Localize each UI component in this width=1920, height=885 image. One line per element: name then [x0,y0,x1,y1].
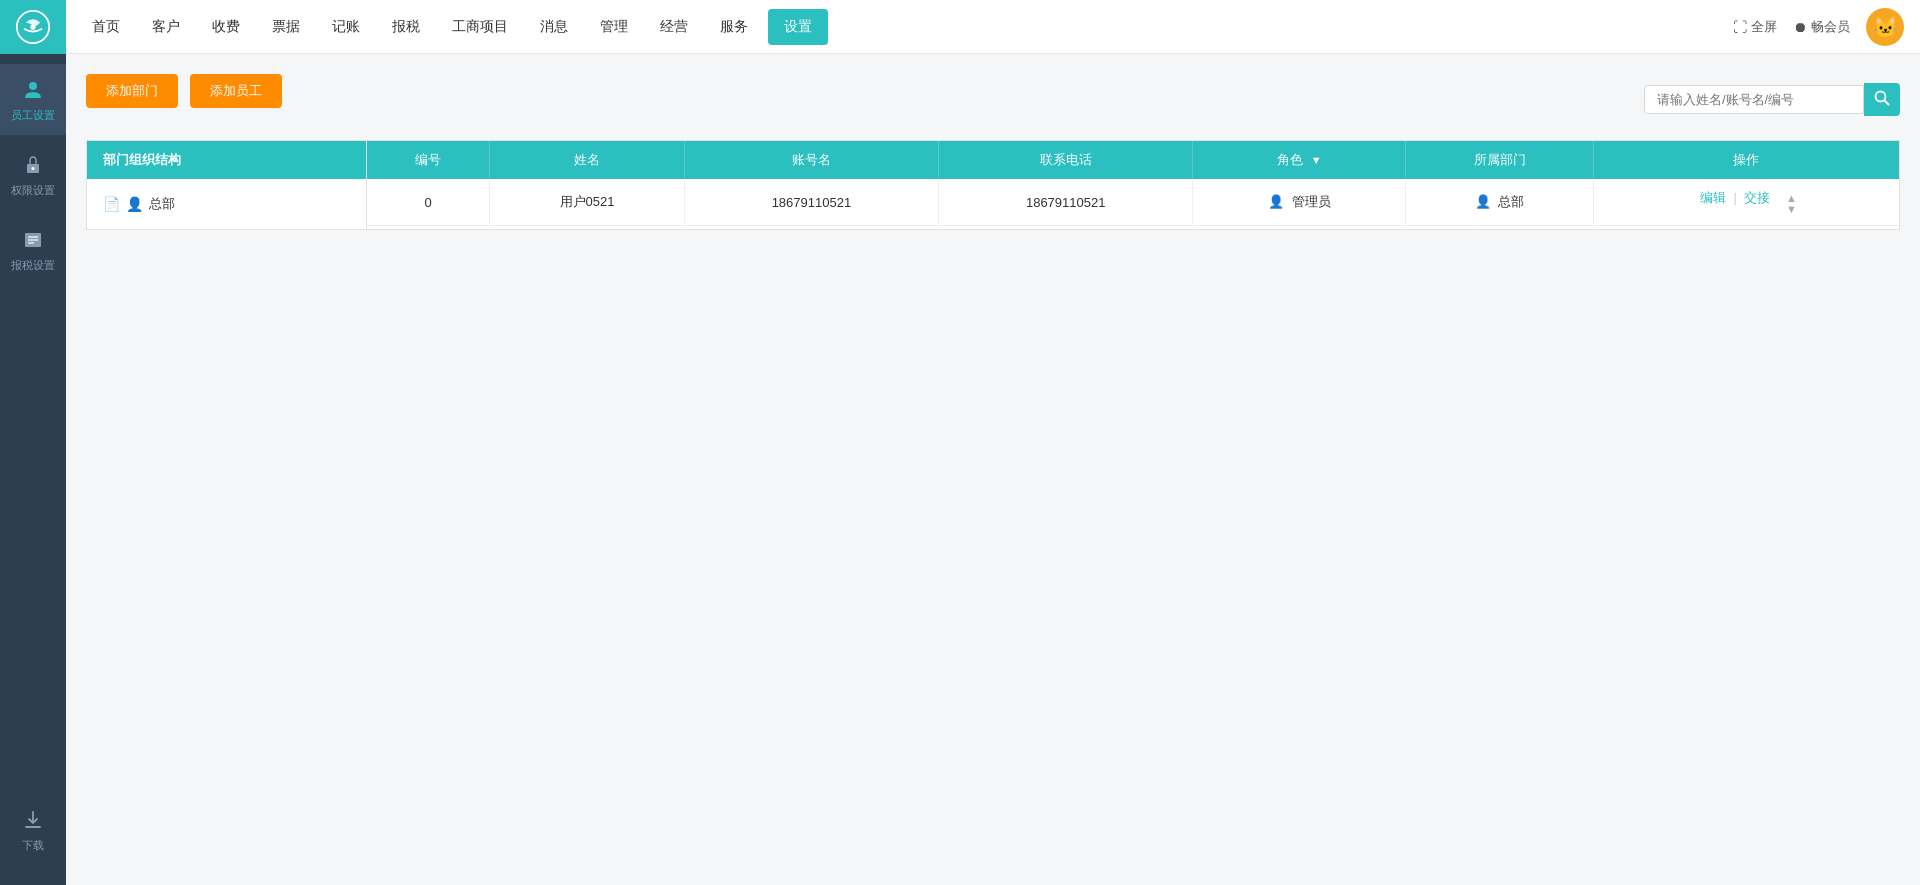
role-user-icon: 👤 [1268,194,1284,209]
nav-settings[interactable]: 设置 [768,9,828,45]
nav-business[interactable]: 工商项目 [436,0,524,54]
col-phone: 联系电话 [939,141,1193,179]
add-employee-button[interactable]: 添加员工 [190,74,282,108]
nav-operation[interactable]: 经营 [644,0,704,54]
employee-table: 编号 姓名 账号名 联系电话 角色 ▼ 所属部门 操作 [367,141,1899,229]
content-area: 添加部门 添加员工 部门组织结构 📄 [66,54,1920,885]
sidebar: 员工设置 权限设置 报税设置 [0,54,66,885]
vip-btn[interactable]: ⏺ 畅会员 [1793,18,1850,36]
tax-settings-icon [19,226,47,254]
sidebar-item-tax-settings[interactable]: 报税设置 [0,214,66,285]
sidebar-tax-label: 报税设置 [11,258,55,273]
svg-point-4 [32,167,35,170]
cell-account: 18679110521 [684,179,938,226]
col-role-label: 角色 [1277,152,1303,167]
download-icon [19,806,47,834]
vip-icon: ⏺ [1793,19,1807,35]
cell-dept: 👤 总部 [1406,179,1593,226]
permission-icon [19,151,47,179]
cell-action: 编辑 | 交接 ▲ ▼ [1593,179,1899,226]
dept-tree-header: 部门组织结构 [87,141,366,179]
dept-tree-body: 📄 👤 总部 [87,179,366,229]
dept-tree: 部门组织结构 📄 👤 总部 [87,141,367,229]
sidebar-permission-label: 权限设置 [11,183,55,198]
col-account: 账号名 [684,141,938,179]
col-role: 角色 ▼ [1193,141,1406,179]
scroll-down-arrow[interactable]: ▼ [1786,204,1797,215]
vip-label: 畅会员 [1811,18,1850,36]
action-buttons: 添加部门 添加员工 [86,74,282,108]
col-action: 操作 [1593,141,1899,179]
fullscreen-label: 全屏 [1751,18,1777,36]
col-name: 姓名 [490,141,684,179]
sidebar-item-permission[interactable]: 权限设置 [0,139,66,210]
svg-point-2 [29,82,37,90]
search-bar [1644,83,1900,116]
employee-icon [19,76,47,104]
svg-point-1 [30,24,35,29]
cell-role: 👤 管理员 [1193,179,1406,226]
search-input[interactable] [1644,85,1864,114]
logo-icon [15,9,51,45]
col-dept: 所属部门 [1406,141,1593,179]
table-row: 0 用户0521 18679110521 18679110521 👤 管理员 👤… [367,179,1899,226]
content-header: 添加部门 添加员工 [86,74,1900,124]
nav-billing[interactable]: 收费 [196,0,256,54]
nav-customer[interactable]: 客户 [136,0,196,54]
nav-accounting[interactable]: 记账 [316,0,376,54]
nav-right: ⛶ 全屏 ⏺ 畅会员 🐱 [1733,8,1920,46]
fullscreen-icon: ⛶ [1733,19,1747,35]
table-header-row: 编号 姓名 账号名 联系电话 角色 ▼ 所属部门 操作 [367,141,1899,179]
sidebar-item-employee[interactable]: 员工设置 [0,64,66,135]
nav-invoice[interactable]: 票据 [256,0,316,54]
nav-service[interactable]: 服务 [704,0,764,54]
dept-label: 总部 [1498,194,1524,209]
main-layout: 员工设置 权限设置 报税设置 [0,54,1920,885]
nav-items: 首页 客户 收费 票据 记账 报税 工商项目 消息 管理 经营 服务 设置 [66,0,1733,53]
dept-tree-label: 总部 [149,195,175,213]
cell-name: 用户0521 [490,179,684,226]
sidebar-employee-label: 员工设置 [11,108,55,123]
scroll-arrows: ▲ ▼ [1786,193,1797,215]
edit-link[interactable]: 编辑 [1700,190,1726,205]
add-dept-button[interactable]: 添加部门 [86,74,178,108]
nav-tax[interactable]: 报税 [376,0,436,54]
search-button[interactable] [1864,83,1900,116]
role-label: 管理员 [1292,194,1331,209]
fullscreen-btn[interactable]: ⛶ 全屏 [1733,18,1777,36]
avatar[interactable]: 🐱 [1866,8,1904,46]
dept-tree-item-root[interactable]: 📄 👤 总部 [87,187,366,221]
cell-id: 0 [367,179,490,226]
top-navigation: 首页 客户 收费 票据 记账 报税 工商项目 消息 管理 经营 服务 设置 ⛶ … [0,0,1920,54]
transfer-link[interactable]: 交接 [1744,190,1770,205]
filter-icon[interactable]: ▼ [1311,154,1322,166]
svg-line-11 [1885,100,1889,104]
user-dept-icon: 👤 [126,196,143,212]
search-icon [1874,90,1890,106]
col-id: 编号 [367,141,490,179]
sidebar-item-download[interactable]: 下载 [0,794,66,865]
logo [0,0,66,54]
cell-phone: 18679110521 [939,179,1193,226]
file-icon: 📄 [103,196,120,212]
nav-message[interactable]: 消息 [524,0,584,54]
nav-management[interactable]: 管理 [584,0,644,54]
nav-home[interactable]: 首页 [76,0,136,54]
table-container: 部门组织结构 📄 👤 总部 编号 姓名 账号名 [86,140,1900,230]
sidebar-download-label: 下载 [22,838,44,853]
action-separator: | [1733,190,1736,205]
dept-user-icon: 👤 [1475,194,1491,209]
